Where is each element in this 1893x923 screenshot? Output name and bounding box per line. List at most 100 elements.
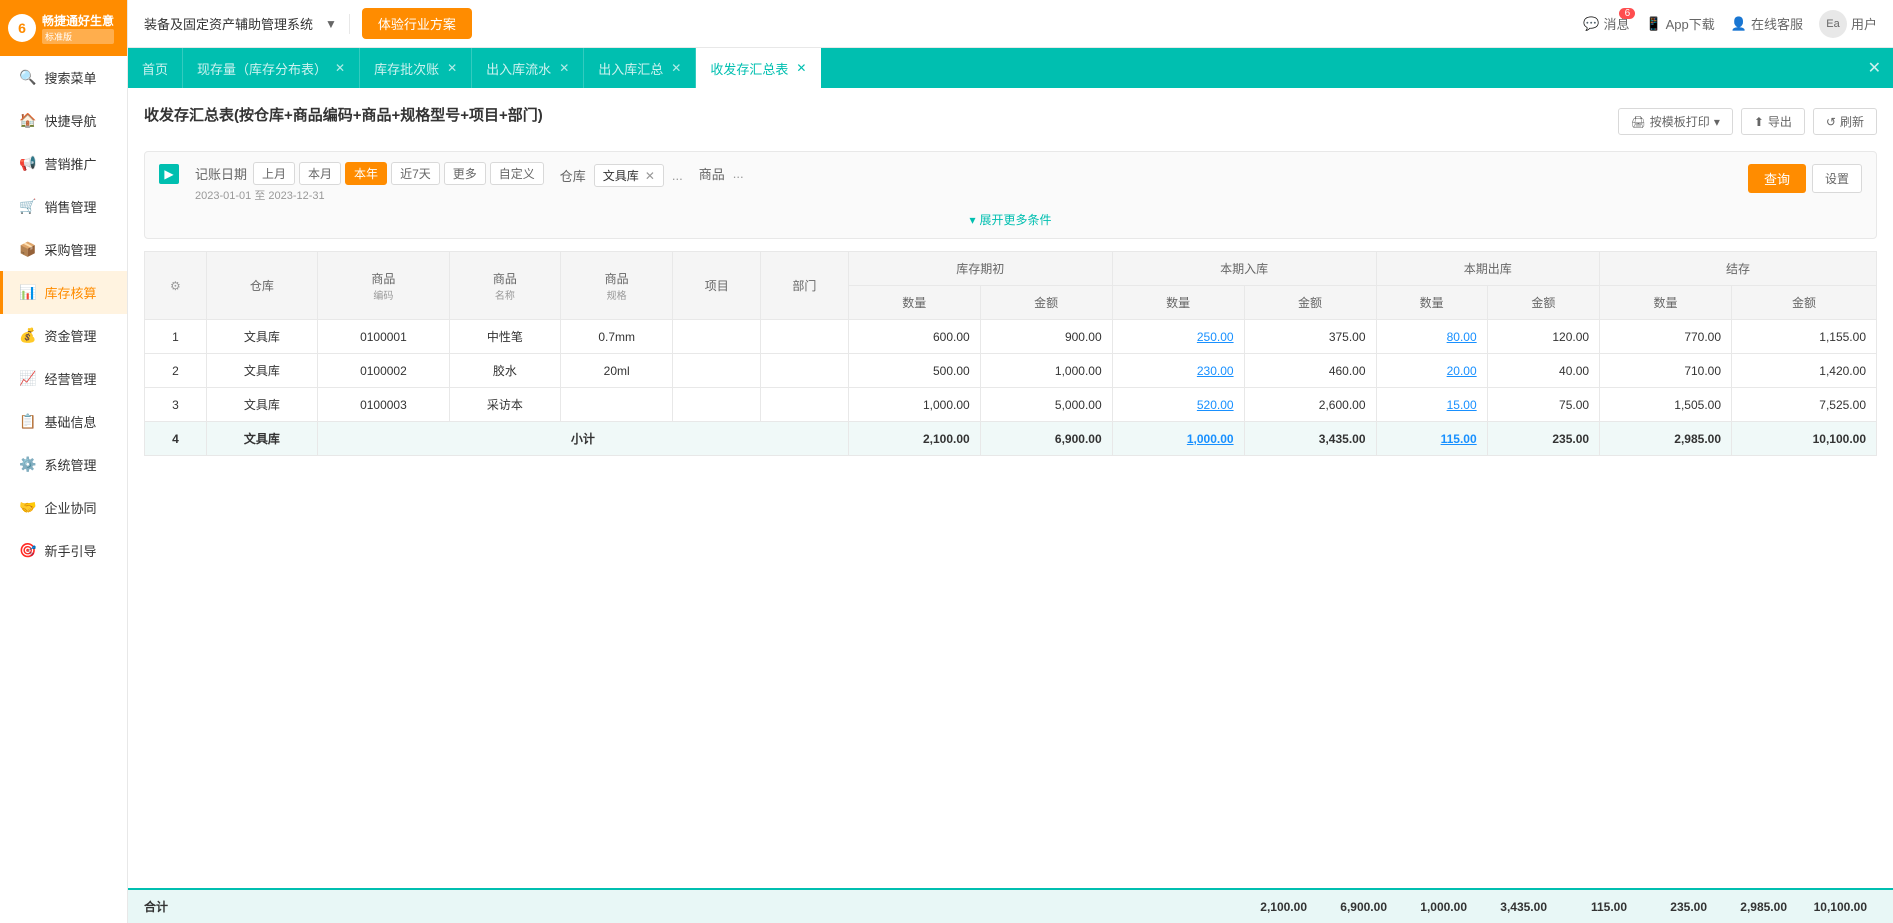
- date-btn-custom[interactable]: 自定义: [490, 162, 544, 185]
- date-btn-lastmonth[interactable]: 上月: [253, 162, 295, 185]
- cell-out-qty-1[interactable]: 80.00: [1376, 320, 1487, 354]
- date-btn-more[interactable]: 更多: [444, 162, 486, 185]
- sidebar-item-collab[interactable]: 🤝 企业协同: [0, 486, 127, 529]
- tab-inout-flow[interactable]: 出入库流水 ✕: [472, 48, 584, 88]
- sidebar-item-sales[interactable]: 🛒 销售管理: [0, 185, 127, 228]
- date-btn-7days[interactable]: 近7天: [391, 162, 440, 185]
- expand-conditions-btn[interactable]: ▾ 展开更多条件: [969, 211, 1051, 228]
- sidebar-item-system[interactable]: ⚙️ 系统管理: [0, 443, 127, 486]
- footer-out-qty: 115.00: [1557, 900, 1637, 914]
- cell-in-qty-1[interactable]: 250.00: [1112, 320, 1244, 354]
- tab-home[interactable]: 首页: [128, 48, 183, 88]
- footer-open-amt: 6,900.00: [1317, 900, 1397, 914]
- tab-batch[interactable]: 库存批次账 ✕: [360, 48, 472, 88]
- date-btn-thisyear[interactable]: 本年: [345, 162, 387, 185]
- tab-inout-summary[interactable]: 出入库汇总 ✕: [584, 48, 696, 88]
- tab-close-batch[interactable]: ✕: [447, 61, 457, 75]
- tab-stock-dist[interactable]: 现存量（库存分布表） ✕: [183, 48, 360, 88]
- tab-close-inout-flow[interactable]: ✕: [559, 61, 569, 75]
- sidebar-item-guide[interactable]: 🎯 新手引导: [0, 529, 127, 572]
- sidebar-item-finance[interactable]: 💰 资金管理: [0, 314, 127, 357]
- tab-close-inout-summary[interactable]: ✕: [671, 61, 681, 75]
- cell-project-1: [673, 320, 761, 354]
- search-icon: 🔍: [19, 69, 36, 86]
- online-service-btn[interactable]: 👤 在线客服: [1731, 14, 1803, 33]
- cell-subtotal-index: 4: [145, 422, 207, 456]
- date-btn-thismonth[interactable]: 本月: [299, 162, 341, 185]
- cell-out-qty-3[interactable]: 15.00: [1376, 388, 1487, 422]
- sales-icon: 🛒: [19, 198, 36, 215]
- footer-in-qty: 1,000.00: [1397, 900, 1477, 914]
- data-table: ⚙ 仓库 商品编码 商品名称 商品规格 项目 部门 库存期初 本期入库 本期出库…: [144, 251, 1877, 456]
- cell-subtotal-bal-amt: 10,100.00: [1732, 422, 1877, 456]
- th-balance-group: 结存: [1600, 252, 1877, 286]
- cell-spec-3: [560, 388, 672, 422]
- cell-subtotal-in-qty[interactable]: 1,000.00: [1112, 422, 1244, 456]
- cell-out-amt-2: 40.00: [1487, 354, 1599, 388]
- marketing-icon: 📢: [19, 155, 36, 172]
- sidebar-nav: 🔍 搜索菜单 🏠 快捷导航 📢 营销推广 🛒 销售管理 📦 采购管理 📊 库存核…: [0, 56, 127, 923]
- message-btn[interactable]: 💬 消息 6: [1583, 14, 1629, 33]
- th-in-qty: 数量: [1112, 286, 1244, 320]
- sidebar-logo: 6 畅捷通好生意 标准版: [0, 0, 127, 56]
- th-in-group: 本期入库: [1112, 252, 1376, 286]
- purchase-icon: 📦: [19, 241, 36, 258]
- tab-close-all-btn[interactable]: ✕: [1856, 58, 1893, 78]
- cell-bal-amt-3: 7,525.00: [1732, 388, 1877, 422]
- cell-dept-1: [761, 320, 849, 354]
- sidebar-item-search[interactable]: 🔍 搜索菜单: [0, 56, 127, 99]
- cell-index-1: 1: [145, 320, 207, 354]
- tab-close-recv-send[interactable]: ✕: [796, 61, 806, 75]
- th-bal-amt: 金额: [1732, 286, 1877, 320]
- table-row: 1 文具库 0100001 中性笔 0.7mm 600.00 900.00 25…: [145, 320, 1877, 354]
- sidebar-item-basic[interactable]: 📋 基础信息: [0, 400, 127, 443]
- cell-subtotal-warehouse: 文具库: [206, 422, 317, 456]
- sidebar-item-purchase[interactable]: 📦 采购管理: [0, 228, 127, 271]
- header-right: 💬 消息 6 📱 App下载 👤 在线客服 Ea 用户: [1583, 10, 1877, 38]
- th-settings[interactable]: ⚙: [145, 252, 207, 320]
- settings-btn[interactable]: 设置: [1812, 164, 1862, 193]
- filter-toggle-btn[interactable]: ▶: [159, 164, 179, 184]
- collab-icon: 🤝: [19, 499, 36, 516]
- cell-in-qty-2[interactable]: 230.00: [1112, 354, 1244, 388]
- sidebar: 6 畅捷通好生意 标准版 🔍 搜索菜单 🏠 快捷导航 📢 营销推广 🛒 销售管理…: [0, 0, 128, 923]
- cell-open-amt-3: 5,000.00: [980, 388, 1112, 422]
- goods-filter: 商品 ...: [699, 164, 744, 183]
- subtotal-row: 4 文具库 小计 2,100.00 6,900.00 1,000.00 3,43…: [145, 422, 1877, 456]
- th-bal-qty: 数量: [1600, 286, 1732, 320]
- refresh-btn[interactable]: ↺ 刷新: [1813, 108, 1877, 135]
- cell-code-3: 0100003: [317, 388, 449, 422]
- logo-icon: 6: [8, 14, 36, 42]
- cell-open-amt-2: 1,000.00: [980, 354, 1112, 388]
- date-quick-btns: 上月 本月 本年 近7天 更多 自定义: [253, 162, 544, 185]
- app-download-btn[interactable]: 📱 App下载: [1645, 14, 1714, 33]
- cell-dept-2: [761, 354, 849, 388]
- sidebar-item-quick[interactable]: 🏠 快捷导航: [0, 99, 127, 142]
- user-btn[interactable]: Ea 用户: [1819, 10, 1877, 38]
- tab-close-stock-dist[interactable]: ✕: [335, 61, 345, 75]
- tab-recv-send[interactable]: 收发存汇总表 ✕: [696, 48, 821, 88]
- th-opening-group: 库存期初: [848, 252, 1112, 286]
- goods-more-btn[interactable]: ...: [733, 166, 744, 181]
- query-btn[interactable]: 查询: [1748, 164, 1806, 193]
- cell-in-qty-3[interactable]: 520.00: [1112, 388, 1244, 422]
- experience-button[interactable]: 体验行业方案: [362, 8, 472, 39]
- filter-action-btns: 查询 设置: [1748, 164, 1862, 193]
- cell-spec-1: 0.7mm: [560, 320, 672, 354]
- table-row: 3 文具库 0100003 采访本 1,000.00 5,000.00 520.…: [145, 388, 1877, 422]
- tabs-bar: 首页 现存量（库存分布表） ✕ 库存批次账 ✕ 出入库流水 ✕ 出入库汇总 ✕ …: [128, 48, 1893, 88]
- footer-out-amt: 235.00: [1637, 900, 1717, 914]
- warehouse-tag-remove[interactable]: ✕: [645, 169, 655, 183]
- warehouse-tag[interactable]: 文具库 ✕: [594, 164, 664, 187]
- sidebar-item-business[interactable]: 📈 经营管理: [0, 357, 127, 400]
- cell-out-qty-2[interactable]: 20.00: [1376, 354, 1487, 388]
- table-row: 2 文具库 0100002 胶水 20ml 500.00 1,000.00 23…: [145, 354, 1877, 388]
- system-dropdown[interactable]: ▼: [325, 17, 337, 31]
- warehouse-more-btn[interactable]: ...: [672, 168, 683, 183]
- sidebar-item-inventory[interactable]: 📊 库存核算: [0, 271, 127, 314]
- sidebar-item-marketing[interactable]: 📢 营销推广: [0, 142, 127, 185]
- cell-subtotal-out-qty[interactable]: 115.00: [1376, 422, 1487, 456]
- table-settings-icon[interactable]: ⚙: [170, 279, 181, 293]
- export-btn[interactable]: ⬆ 导出: [1741, 108, 1805, 135]
- print-template-btn[interactable]: 🖨 按模板打印 ▾: [1618, 108, 1733, 135]
